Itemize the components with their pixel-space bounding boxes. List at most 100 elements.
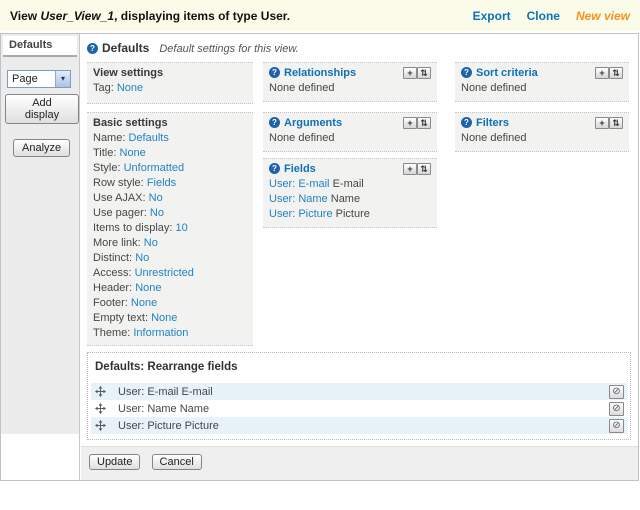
arguments-link[interactable]: Arguments — [284, 117, 342, 129]
drag-handle-icon[interactable] — [95, 420, 106, 431]
setting-label: Row style: — [93, 177, 144, 189]
field-item: User: Picture Picture — [269, 207, 431, 222]
tab-defaults[interactable]: Defaults — [3, 36, 77, 57]
rearrange-icon[interactable]: ⇅ — [609, 67, 623, 79]
field-link[interactable]: User: Picture — [269, 208, 333, 220]
none-defined-text: None defined — [461, 82, 527, 94]
setting-row: Theme: Information — [93, 326, 247, 341]
setting-row: Footer: None — [93, 296, 247, 311]
help-icon[interactable]: ? — [269, 117, 280, 128]
box-actions: + ⇅ — [595, 67, 623, 79]
filters-box: ? Filters + ⇅ None defined — [455, 112, 629, 152]
setting-value-link[interactable]: No — [150, 207, 164, 219]
setting-value-link[interactable]: None — [151, 312, 177, 324]
cancel-button[interactable]: Cancel — [151, 454, 202, 470]
export-link[interactable]: Export — [473, 9, 511, 23]
drag-handle-icon[interactable] — [95, 403, 106, 414]
update-button[interactable]: Update — [89, 454, 141, 470]
setting-value-link[interactable]: No — [149, 192, 163, 204]
setting-row: Header: None — [93, 281, 247, 296]
setting-label: Use pager: — [93, 207, 147, 219]
drag-handle-icon[interactable] — [95, 386, 106, 397]
setting-value-link[interactable]: None — [135, 282, 161, 294]
arguments-box: ? Arguments + ⇅ None defined — [263, 112, 437, 152]
rearrange-row: User: Picture Picture ⊘ — [91, 417, 627, 434]
add-icon[interactable]: + — [595, 117, 609, 129]
relationships-link[interactable]: Relationships — [284, 67, 356, 79]
rearrange-icon[interactable]: ⇅ — [609, 117, 623, 129]
setting-value-link[interactable]: No — [135, 252, 149, 264]
field-item: User: Name Name — [269, 192, 431, 207]
field-label: Name — [330, 193, 361, 205]
setting-label: Theme: — [93, 327, 131, 339]
setting-label: Style: — [93, 162, 121, 174]
add-icon[interactable]: + — [403, 163, 417, 175]
section-description: Default settings for this view. — [159, 43, 299, 55]
display-tabs-sidebar: Defaults Page ▾ Add display Analyze — [1, 34, 80, 480]
rearrange-icon[interactable]: ⇅ — [417, 117, 431, 129]
setting-label: Items to display: — [93, 222, 173, 234]
none-defined-text: None defined — [269, 132, 335, 144]
clone-link[interactable]: Clone — [527, 9, 560, 23]
field-link[interactable]: User: Name — [269, 193, 328, 205]
box-actions: + ⇅ — [403, 163, 431, 175]
setting-value-link[interactable]: None — [131, 297, 157, 309]
remove-icon[interactable]: ⊘ — [609, 384, 624, 399]
field-label: Picture — [335, 208, 370, 220]
setting-row: Empty text: None — [93, 311, 247, 326]
fields-link[interactable]: Fields — [284, 163, 316, 175]
add-display-button[interactable]: Add display — [5, 94, 79, 124]
rearrange-row: User: Name Name ⊘ — [91, 400, 627, 417]
add-icon[interactable]: + — [403, 67, 417, 79]
relationships-box: ? Relationships + ⇅ None defined — [263, 62, 437, 102]
display-section-heading: ? Defaults Default settings for this view. — [87, 41, 299, 59]
box-actions: + ⇅ — [403, 67, 431, 79]
basic-settings-title: Basic settings — [93, 117, 168, 129]
setting-value-link[interactable]: Unformatted — [124, 162, 185, 174]
title-prefix: View — [10, 8, 41, 23]
setting-value-link[interactable]: 10 — [176, 222, 188, 234]
sort-criteria-link[interactable]: Sort criteria — [476, 67, 538, 79]
setting-value-link[interactable]: No — [144, 237, 158, 249]
help-icon[interactable]: ? — [461, 117, 472, 128]
setting-value-link[interactable]: None — [120, 147, 146, 159]
tag-value-link[interactable]: None — [117, 82, 143, 94]
setting-row: Distinct: No — [93, 251, 247, 266]
field-link[interactable]: User: E-mail — [269, 178, 330, 190]
setting-row: More link: No — [93, 236, 247, 251]
view-settings-box: View settings Tag: None — [87, 62, 253, 104]
new-view-link[interactable]: New view — [576, 9, 630, 23]
display-type-select[interactable]: Page ▾ — [7, 70, 71, 88]
filters-link[interactable]: Filters — [476, 117, 509, 129]
section-title: Defaults — [102, 41, 150, 55]
setting-row: Row style: Fields — [93, 176, 247, 191]
remove-icon[interactable]: ⊘ — [609, 401, 624, 416]
form-actions-bar: Update Cancel — [81, 446, 638, 480]
setting-value-link[interactable]: Information — [133, 327, 188, 339]
none-defined-text: None defined — [461, 132, 527, 144]
help-icon[interactable]: ? — [87, 43, 98, 54]
help-icon[interactable]: ? — [269, 163, 280, 174]
rearrange-row-label: User: Name Name — [118, 402, 210, 415]
add-icon[interactable]: + — [595, 67, 609, 79]
views-ui-container: Defaults Page ▾ Add display Analyze ? Def… — [0, 33, 639, 481]
rearrange-title: Defaults: Rearrange fields — [95, 361, 238, 373]
setting-value-link[interactable]: Defaults — [128, 132, 168, 144]
analyze-button[interactable]: Analyze — [13, 139, 71, 157]
setting-value-link[interactable]: Unrestricted — [135, 267, 194, 279]
add-icon[interactable]: + — [403, 117, 417, 129]
basic-settings-box: Basic settings Name: Defaults Title: Non… — [87, 112, 253, 346]
help-icon[interactable]: ? — [461, 67, 472, 78]
tag-setting: Tag: None — [93, 81, 247, 96]
setting-row: Use AJAX: No — [93, 191, 247, 206]
view-summary-bar: View User_View_1, displaying items of ty… — [0, 0, 640, 31]
setting-value-link[interactable]: Fields — [147, 177, 176, 189]
box-actions: + ⇅ — [403, 117, 431, 129]
rearrange-fields-form: Defaults: Rearrange fields User: E-mail … — [87, 352, 631, 440]
rearrange-icon[interactable]: ⇅ — [417, 163, 431, 175]
rearrange-icon[interactable]: ⇅ — [417, 67, 431, 79]
setting-row: Items to display: 10 — [93, 221, 247, 236]
remove-icon[interactable]: ⊘ — [609, 418, 624, 433]
rearrange-row: User: E-mail E-mail ⊘ — [91, 383, 627, 400]
help-icon[interactable]: ? — [269, 67, 280, 78]
